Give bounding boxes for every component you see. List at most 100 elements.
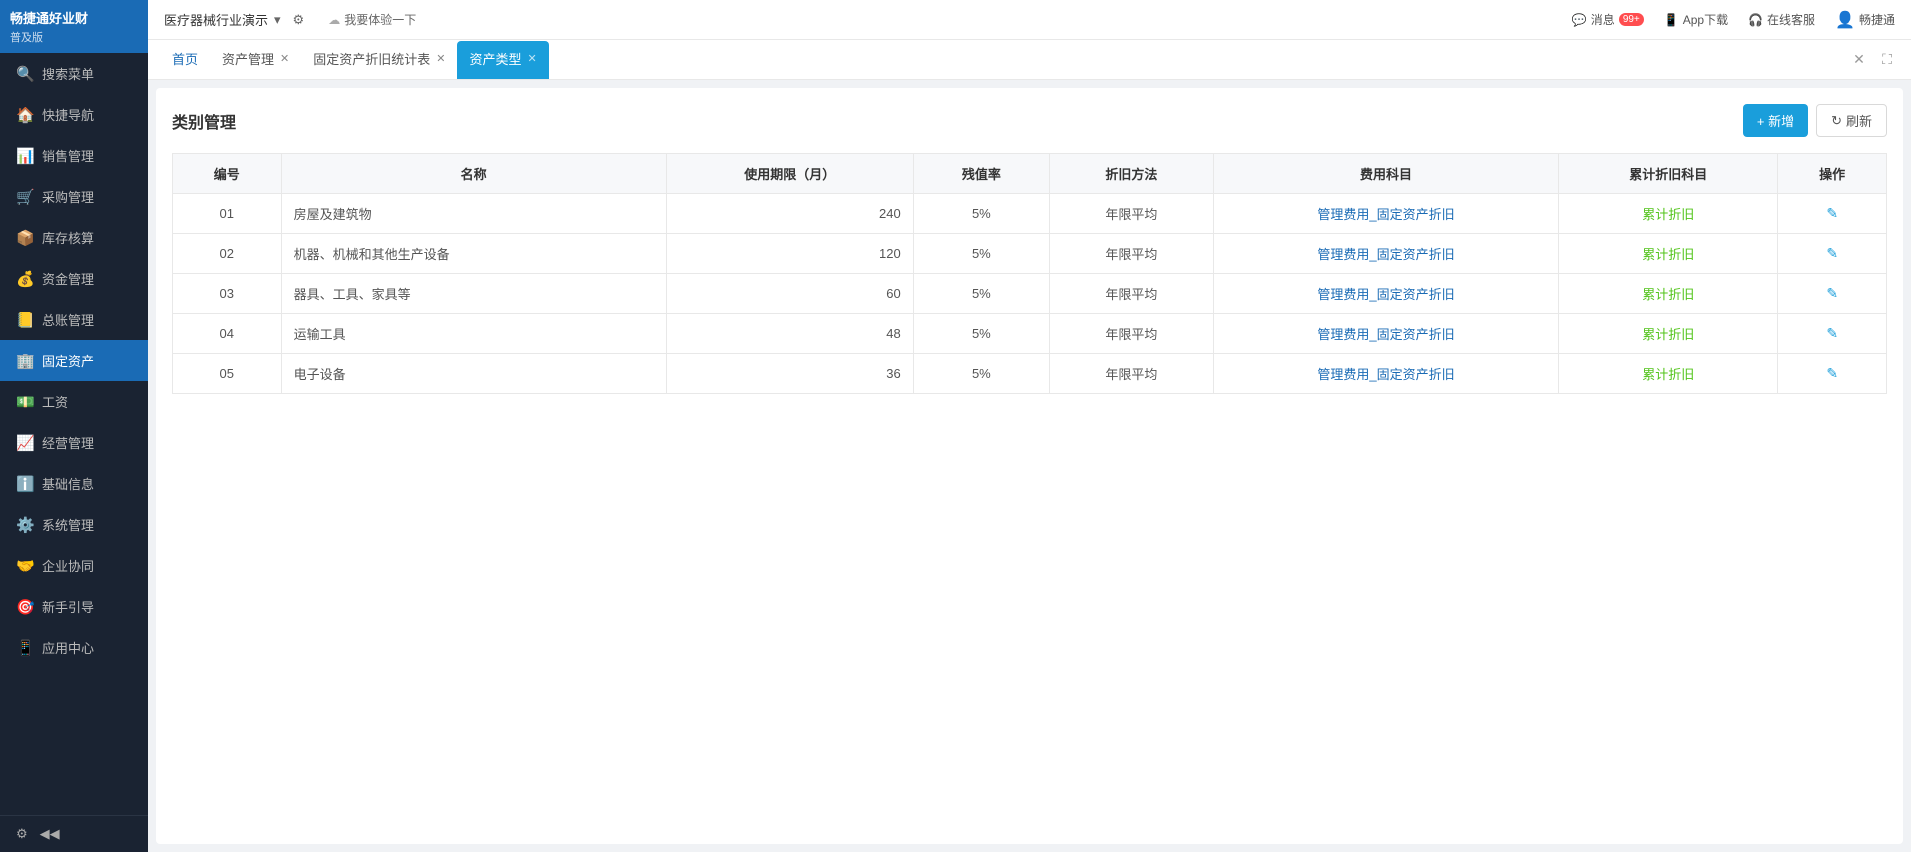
table-row: 05电子设备365%年限平均管理费用_固定资产折旧累计折旧✎ — [173, 354, 1887, 394]
sidebar-item-ledger[interactable]: 📒总账管理 — [0, 299, 148, 340]
table-cell: 03 — [173, 274, 282, 314]
col-header: 操作 — [1778, 154, 1887, 194]
sidebar-item-fixed-assets[interactable]: 🏢固定资产 — [0, 340, 148, 381]
sidebar-item-label: 库存核算 — [42, 228, 94, 247]
col-header: 使用期限（月） — [666, 154, 913, 194]
tab-depreciation-close[interactable]: ✕ — [436, 52, 445, 65]
window-close-icon[interactable]: ✕ — [1847, 48, 1871, 72]
edit-icon[interactable]: ✎ — [1826, 325, 1838, 341]
table-header: 编号名称使用期限（月）残值率折旧方法费用科目累计折旧科目操作 — [173, 154, 1887, 194]
edit-icon[interactable]: ✎ — [1826, 205, 1838, 221]
sidebar-item-search[interactable]: 🔍搜索菜单 — [0, 53, 148, 94]
sidebar-item-system[interactable]: ⚙️ 系统管理 — [0, 504, 148, 545]
system-icon: ⚙️ — [16, 516, 34, 534]
sidebar-nav: 🔍搜索菜单🏠快捷导航📊销售管理🛒采购管理📦库存核算💰资金管理📒总账管理🏢固定资产… — [0, 53, 148, 815]
fixed-assets-icon: 🏢 — [16, 352, 34, 370]
table-cell: 01 — [173, 194, 282, 234]
window-expand-icon[interactable]: ⛶ — [1875, 48, 1899, 72]
table-header-row: 编号名称使用期限（月）残值率折旧方法费用科目累计折旧科目操作 — [173, 154, 1887, 194]
company-dropdown-icon[interactable]: ▾ — [274, 12, 281, 28]
table-cell: 房屋及建筑物 — [281, 194, 666, 234]
app-download-label: App下载 — [1683, 11, 1728, 28]
tab-asset-mgmt[interactable]: 资产管理 ✕ — [210, 41, 301, 79]
table-cell: 36 — [666, 354, 913, 394]
table-cell: 240 — [666, 194, 913, 234]
sidebar-item-app-center[interactable]: 📱 应用中心 — [0, 627, 148, 668]
experience-text: 我要体验一下 — [344, 11, 416, 28]
new-button[interactable]: + 新增 — [1743, 104, 1808, 137]
guide-icon: 🎯 — [16, 598, 34, 616]
tab-asset-type-close[interactable]: ✕ — [528, 52, 537, 65]
company-name: 医疗器械行业演示 — [164, 10, 268, 29]
edit-action[interactable]: ✎ — [1778, 194, 1887, 234]
category-table: 编号名称使用期限（月）残值率折旧方法费用科目累计折旧科目操作 01房屋及建筑物2… — [172, 153, 1887, 394]
table-cell: 管理费用_固定资产折旧 — [1213, 274, 1558, 314]
company-title: 医疗器械行业演示 ▾ — [164, 10, 281, 29]
edit-action[interactable]: ✎ — [1778, 354, 1887, 394]
topbar-right: 💬 消息 99+ 📱 App下载 🎧 在线客服 👤 畅捷通 — [1572, 10, 1895, 30]
tab-asset-mgmt-close[interactable]: ✕ — [280, 52, 289, 65]
sidebar-item-label: 销售管理 — [42, 146, 94, 165]
refresh-button[interactable]: ↻ 刷新 — [1816, 104, 1887, 137]
table-cell: 累计折旧 — [1559, 274, 1778, 314]
page-actions: + 新增 ↻ 刷新 — [1743, 104, 1887, 137]
table-cell: 5% — [913, 194, 1049, 234]
sidebar-item-label: 搜索菜单 — [42, 64, 94, 83]
table-cell: 5% — [913, 274, 1049, 314]
sidebar-item-label: 总账管理 — [42, 310, 94, 329]
notifications-icon: 💬 — [1572, 13, 1587, 27]
sidebar-item-label: 系统管理 — [42, 515, 94, 534]
sidebar-bottom: ⚙ ◀◀ — [0, 815, 148, 852]
sidebar-item-basic-info[interactable]: ℹ️基础信息 — [0, 463, 148, 504]
table-cell: 累计折旧 — [1559, 194, 1778, 234]
sidebar-item-sales[interactable]: 📊销售管理 — [0, 135, 148, 176]
table-cell: 5% — [913, 314, 1049, 354]
purchase-icon: 🛒 — [16, 188, 34, 206]
tab-asset-type-label: 资产类型 — [469, 49, 521, 68]
edit-icon[interactable]: ✎ — [1826, 245, 1838, 261]
col-header: 名称 — [281, 154, 666, 194]
sidebar-collapse-icon[interactable]: ◀◀ — [40, 826, 60, 842]
tab-home[interactable]: 首页 — [160, 41, 210, 79]
edit-action[interactable]: ✎ — [1778, 274, 1887, 314]
sidebar-settings-icon[interactable]: ⚙ — [16, 826, 28, 842]
user-avatar-icon: 👤 — [1835, 10, 1855, 30]
table-cell: 运输工具 — [281, 314, 666, 354]
sidebar-item-quick-nav[interactable]: 🏠快捷导航 — [0, 94, 148, 135]
app-download-button[interactable]: 📱 App下载 — [1664, 11, 1728, 28]
experience-hint: ☁ 我要体验一下 — [328, 11, 416, 28]
table-cell: 年限平均 — [1049, 354, 1213, 394]
table-cell: 60 — [666, 274, 913, 314]
sidebar-item-label: 应用中心 — [42, 638, 94, 657]
page-content: 类别管理 + 新增 ↻ 刷新 编号名称使用期限（月）残值率折旧方法费用科目累计折… — [156, 88, 1903, 844]
customer-service-button[interactable]: 🎧 在线客服 — [1748, 11, 1815, 28]
sidebar-item-label: 资金管理 — [42, 269, 94, 288]
payroll-icon: 💵 — [16, 393, 34, 411]
table-cell: 120 — [666, 234, 913, 274]
sidebar-item-enterprise[interactable]: 🤝企业协同 — [0, 545, 148, 586]
table-cell: 累计折旧 — [1559, 354, 1778, 394]
app-center-icon: 📱 — [16, 639, 34, 657]
edit-icon[interactable]: ✎ — [1826, 365, 1838, 381]
notifications-button[interactable]: 💬 消息 99+ — [1572, 11, 1644, 28]
table-cell: 04 — [173, 314, 282, 354]
user-menu[interactable]: 👤 畅捷通 — [1835, 10, 1895, 30]
edit-icon[interactable]: ✎ — [1826, 285, 1838, 301]
table-cell: 累计折旧 — [1559, 314, 1778, 354]
new-button-label: + 新增 — [1757, 111, 1794, 130]
sidebar-item-label: 经营管理 — [42, 433, 94, 452]
edit-action[interactable]: ✎ — [1778, 234, 1887, 274]
sidebar-item-purchase[interactable]: 🛒采购管理 — [0, 176, 148, 217]
topbar-settings-icon[interactable]: ⚙ — [293, 12, 305, 28]
sidebar-item-inventory[interactable]: 📦库存核算 — [0, 217, 148, 258]
sidebar-item-operations[interactable]: 📈经营管理 — [0, 422, 148, 463]
table-cell: 5% — [913, 234, 1049, 274]
sidebar-item-payroll[interactable]: 💵工资 — [0, 381, 148, 422]
edit-action[interactable]: ✎ — [1778, 314, 1887, 354]
table-cell: 电子设备 — [281, 354, 666, 394]
sidebar-item-guide[interactable]: 🎯新手引导 — [0, 586, 148, 627]
tab-asset-type[interactable]: 资产类型 ✕ — [457, 41, 548, 79]
sidebar-item-finance[interactable]: 💰资金管理 — [0, 258, 148, 299]
window-controls: ✕ ⛶ — [1847, 48, 1899, 72]
tab-depreciation[interactable]: 固定资产折旧统计表 ✕ — [301, 41, 457, 79]
